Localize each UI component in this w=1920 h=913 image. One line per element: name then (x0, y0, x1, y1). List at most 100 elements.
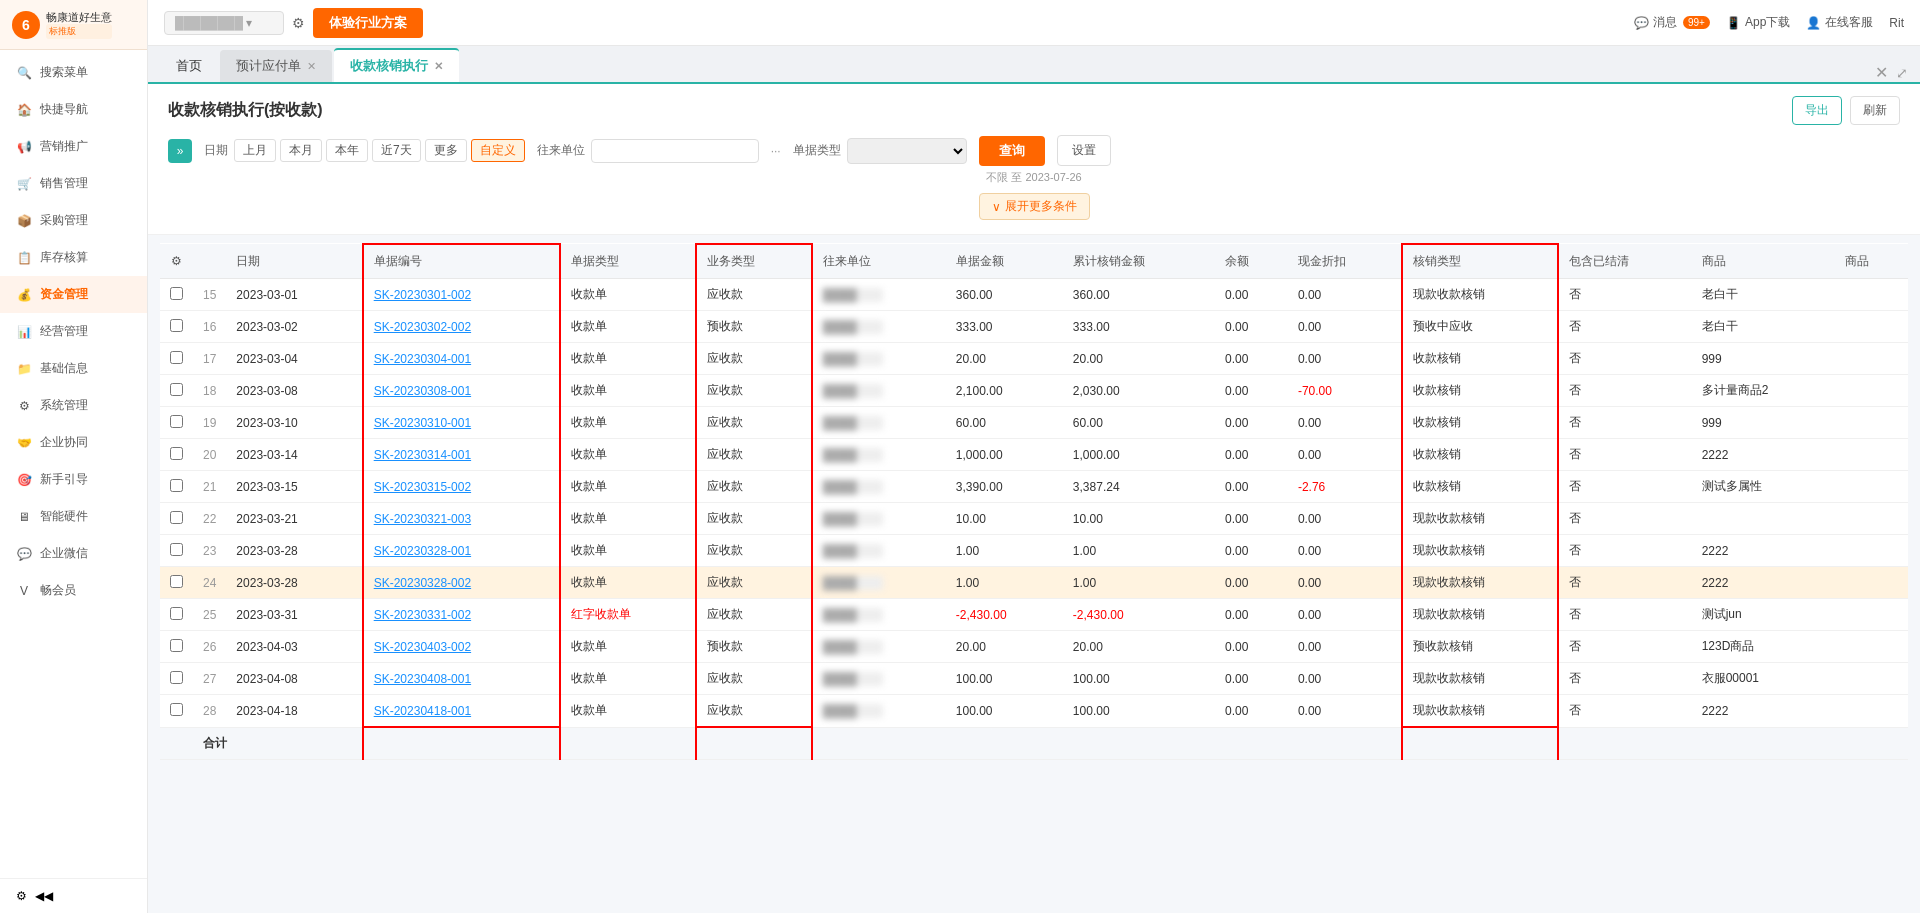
sidebar-item-marketing[interactable]: 📢 营销推广 (0, 128, 147, 165)
cell-voucher-no[interactable]: SK-20230403-002 (363, 631, 561, 663)
cell-checkbox[interactable] (160, 631, 193, 663)
user-avatar[interactable]: Rit (1889, 16, 1904, 30)
refresh-button[interactable]: 刷新 (1850, 96, 1900, 125)
voucher-no-link[interactable]: SK-20230304-001 (374, 352, 471, 366)
col-amount-header[interactable]: 单据金额 (946, 244, 1063, 279)
row-checkbox[interactable] (170, 383, 183, 396)
row-checkbox[interactable] (170, 607, 183, 620)
voucher-no-link[interactable]: SK-20230302-002 (374, 320, 471, 334)
sidebar-item-basics[interactable]: 📁 基础信息 (0, 350, 147, 387)
cell-voucher-no[interactable]: SK-20230301-002 (363, 279, 561, 311)
row-checkbox[interactable] (170, 703, 183, 716)
voucher-no-link[interactable]: SK-20230331-002 (374, 608, 471, 622)
cell-voucher-no[interactable]: SK-20230302-002 (363, 311, 561, 343)
company-selector[interactable]: ████████ ▾ (164, 11, 284, 35)
voucher-no-link[interactable]: SK-20230315-002 (374, 480, 471, 494)
col-settings-icon[interactable]: ⚙ (171, 254, 182, 268)
voucher-no-link[interactable]: SK-20230314-001 (374, 448, 471, 462)
message-item[interactable]: 💬 消息 99+ (1634, 14, 1710, 31)
table-row[interactable]: 19 2023-03-10 SK-20230310-001 收款单 应收款 ██… (160, 407, 1908, 439)
solution-button[interactable]: 体验行业方案 (313, 8, 423, 38)
cell-checkbox[interactable] (160, 695, 193, 728)
more-conditions-icon[interactable]: ··· (771, 144, 781, 158)
cell-checkbox[interactable] (160, 567, 193, 599)
cell-checkbox[interactable] (160, 471, 193, 503)
date-btn-this-year[interactable]: 本年 (326, 139, 368, 162)
col-include-cleared-header[interactable]: 包含已结清 (1558, 244, 1692, 279)
col-cum-amount-header[interactable]: 累计核销金额 (1063, 244, 1215, 279)
cell-checkbox[interactable] (160, 439, 193, 471)
voucher-no-link[interactable]: SK-20230310-001 (374, 416, 471, 430)
row-checkbox[interactable] (170, 351, 183, 364)
date-btn-7days[interactable]: 近7天 (372, 139, 421, 162)
cell-voucher-no[interactable]: SK-20230304-001 (363, 343, 561, 375)
voucher-no-link[interactable]: SK-20230403-002 (374, 640, 471, 654)
cell-voucher-no[interactable]: SK-20230321-003 (363, 503, 561, 535)
sidebar-item-enterprise[interactable]: 🤝 企业协同 (0, 424, 147, 461)
sidebar-item-inventory[interactable]: 📋 库存核算 (0, 239, 147, 276)
voucher-no-link[interactable]: SK-20230308-001 (374, 384, 471, 398)
maximize-icon[interactable]: ⤢ (1896, 65, 1908, 81)
cell-voucher-no[interactable]: SK-20230315-002 (363, 471, 561, 503)
voucher-no-link[interactable]: SK-20230328-001 (374, 544, 471, 558)
cell-checkbox[interactable] (160, 279, 193, 311)
table-row[interactable]: 17 2023-03-04 SK-20230304-001 收款单 应收款 ██… (160, 343, 1908, 375)
cell-checkbox[interactable] (160, 311, 193, 343)
cell-voucher-no[interactable]: SK-20230314-001 (363, 439, 561, 471)
col-date-header[interactable]: 日期 (226, 244, 362, 279)
table-row[interactable]: 22 2023-03-21 SK-20230321-003 收款单 应收款 ██… (160, 503, 1908, 535)
expand-conditions-button[interactable]: ∨ 展开更多条件 (979, 193, 1090, 220)
tab-home[interactable]: 首页 (160, 50, 218, 82)
cell-voucher-no[interactable]: SK-20230418-001 (363, 695, 561, 728)
service-item[interactable]: 👤 在线客服 (1806, 14, 1873, 31)
voucher-no-link[interactable]: SK-20230328-002 (374, 576, 471, 590)
sidebar-item-search[interactable]: 🔍 搜索菜单 (0, 54, 147, 91)
cell-checkbox[interactable] (160, 663, 193, 695)
table-wrapper[interactable]: ⚙ 日期 单据编号 单据类型 业务类型 往来单位 单据金额 累计核销金额 余额 … (148, 243, 1920, 913)
col-biz-type-header[interactable]: 业务类型 (696, 244, 812, 279)
row-checkbox[interactable] (170, 543, 183, 556)
sidebar-bottom[interactable]: ⚙ ◀◀ (0, 878, 147, 913)
settings-icon[interactable]: ⚙ (16, 889, 27, 903)
sidebar-item-wechat[interactable]: 💬 企业微信 (0, 535, 147, 572)
table-row[interactable]: 25 2023-03-31 SK-20230331-002 红字收款单 应收款 … (160, 599, 1908, 631)
tab-collection-close[interactable]: ✕ (434, 60, 443, 73)
table-row[interactable]: 28 2023-04-18 SK-20230418-001 收款单 应收款 ██… (160, 695, 1908, 728)
voucher-type-select[interactable] (847, 138, 967, 164)
col-product2-header[interactable]: 商品 (1835, 244, 1908, 279)
table-row[interactable]: 24 2023-03-28 SK-20230328-002 收款单 应收款 ██… (160, 567, 1908, 599)
table-row[interactable]: 20 2023-03-14 SK-20230314-001 收款单 应收款 ██… (160, 439, 1908, 471)
tab-collection[interactable]: 收款核销执行 ✕ (334, 48, 459, 82)
sidebar-item-sales[interactable]: 🛒 销售管理 (0, 165, 147, 202)
col-balance-header[interactable]: 余额 (1215, 244, 1288, 279)
export-button[interactable]: 导出 (1792, 96, 1842, 125)
sidebar-item-member[interactable]: V 畅会员 (0, 572, 147, 609)
row-checkbox[interactable] (170, 287, 183, 300)
col-partner-header[interactable]: 往来单位 (812, 244, 946, 279)
col-offset-type-header[interactable]: 核销类型 (1402, 244, 1558, 279)
cell-voucher-no[interactable]: SK-20230331-002 (363, 599, 561, 631)
voucher-no-link[interactable]: SK-20230408-001 (374, 672, 471, 686)
row-checkbox[interactable] (170, 319, 183, 332)
cell-checkbox[interactable] (160, 375, 193, 407)
cell-checkbox[interactable] (160, 503, 193, 535)
query-button[interactable]: 查询 (979, 136, 1045, 166)
table-settings-button[interactable]: 设置 (1057, 135, 1111, 166)
date-btn-this-month[interactable]: 本月 (280, 139, 322, 162)
voucher-no-link[interactable]: SK-20230321-003 (374, 512, 471, 526)
gear-settings-icon[interactable]: ⚙ (292, 15, 305, 31)
sidebar-item-purchase[interactable]: 📦 采购管理 (0, 202, 147, 239)
cell-checkbox[interactable] (160, 599, 193, 631)
col-settings-header[interactable]: ⚙ (160, 244, 193, 279)
collapse-icon[interactable]: ◀◀ (35, 889, 53, 903)
row-checkbox[interactable] (170, 415, 183, 428)
sidebar-item-system[interactable]: ⚙ 系统管理 (0, 387, 147, 424)
close-window-icon[interactable]: ✕ (1875, 63, 1888, 82)
voucher-no-link[interactable]: SK-20230418-001 (374, 704, 471, 718)
voucher-no-link[interactable]: SK-20230301-002 (374, 288, 471, 302)
date-btn-more[interactable]: 更多 (425, 139, 467, 162)
cell-voucher-no[interactable]: SK-20230308-001 (363, 375, 561, 407)
row-checkbox[interactable] (170, 671, 183, 684)
row-checkbox[interactable] (170, 575, 183, 588)
col-voucher-no-header[interactable]: 单据编号 (363, 244, 561, 279)
